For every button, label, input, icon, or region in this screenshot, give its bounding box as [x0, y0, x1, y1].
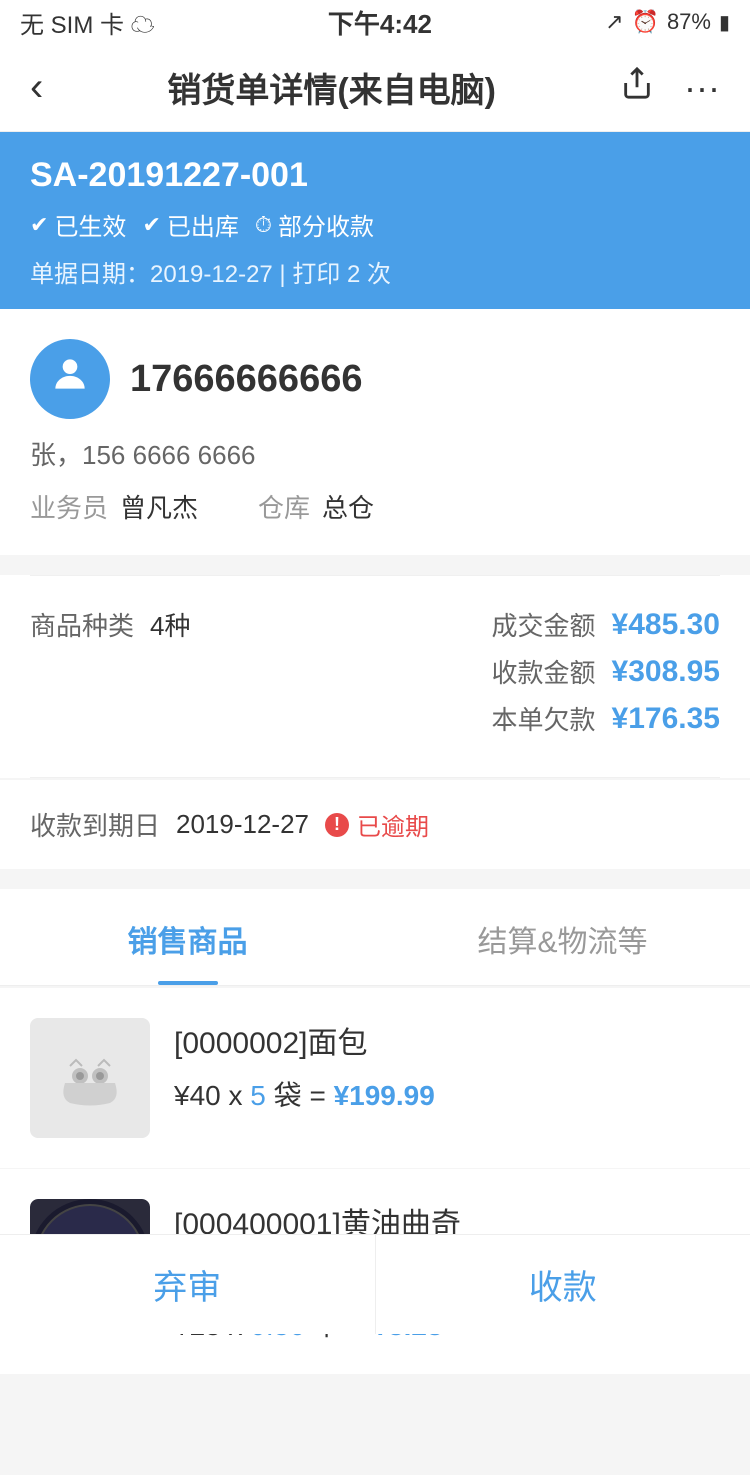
stats-right: 成交金额 ¥485.30 收款金额 ¥308.95 本单欠款 ¥176.35 [492, 606, 720, 747]
bottom-action-bar: 弃审 收款 [0, 1234, 750, 1334]
badge-shipped: ✔ 已出库 [142, 207, 238, 242]
due-date-value: 2019-12-27 [176, 809, 309, 840]
warehouse-info: 仓库 总仓 [258, 488, 374, 525]
salesperson-info: 业务员 曾凡杰 [30, 488, 198, 525]
product-name-1: [0000002]面包 [174, 1018, 720, 1062]
person-icon [48, 352, 92, 407]
overdue-icon: ! [325, 813, 349, 837]
deal-amount-row: 成交金额 ¥485.30 [492, 606, 720, 643]
header-band: SA-20191227-001 ✔ 已生效 ✔ 已出库 ⏱ 部分收款 单据日期：… [0, 132, 750, 309]
customer-detail: 张，156 6666 6666 [30, 435, 720, 472]
status-bar: 无 SIM 卡 ☁ 下午4:42 ↗ ⏰ 87% ▮ [0, 0, 750, 44]
effective-icon: ✔ [30, 212, 48, 238]
avatar [30, 339, 110, 419]
product-thumbnail-1 [30, 1018, 150, 1138]
badge-partial-payment: ⏱ 部分收款 [255, 207, 374, 242]
due-date-section: 收款到期日 2019-12-27 ! 已逾期 [0, 780, 750, 869]
order-id: SA-20191227-001 [30, 156, 720, 195]
stats-left: 商品种类 4种 [30, 606, 190, 653]
debt-amount-row: 本单欠款 ¥176.35 [492, 700, 720, 737]
product-total-1: ¥199.99 [334, 1080, 435, 1111]
collect-payment-button[interactable]: 收款 [376, 1235, 750, 1334]
tabs-section: 销售商品 结算&物流等 [0, 889, 750, 986]
product-price-line-1: ¥40 x 5 袋 = ¥199.99 [174, 1074, 720, 1114]
tab-products[interactable]: 销售商品 [0, 889, 375, 985]
product-count-row: 商品种类 4种 [30, 606, 190, 643]
status-right: ↗ ⏰ 87% ▮ [605, 9, 730, 35]
overdue-badge: ! 已逾期 [325, 807, 429, 842]
product-info-1: [0000002]面包 ¥40 x 5 袋 = ¥199.99 [174, 1018, 720, 1114]
stats-section: 商品种类 4种 成交金额 ¥485.30 收款金额 ¥308.95 本单欠款 ¥… [0, 576, 750, 777]
page-title: 销货单详情(来自电脑) [167, 63, 496, 112]
customer-name: 17666666666 [130, 358, 362, 401]
battery-icon: ▮ [719, 10, 730, 35]
badge-effective: ✔ 已生效 [30, 207, 126, 242]
debt-amount-value: ¥176.35 [612, 702, 720, 736]
location-icon: ↗ [605, 9, 623, 35]
warehouse-value: 总仓 [322, 488, 374, 525]
reject-button[interactable]: 弃审 [0, 1235, 376, 1334]
overdue-label: 已逾期 [357, 807, 429, 842]
share-button[interactable] [620, 66, 654, 109]
shipped-icon: ✔ [142, 212, 160, 238]
customer-row: 17666666666 [30, 339, 720, 419]
receipt-amount-row: 收款金额 ¥308.95 [492, 653, 720, 690]
more-button[interactable]: ··· [684, 67, 720, 109]
receipt-amount-value: ¥308.95 [612, 655, 720, 689]
salesperson-value: 曾凡杰 [120, 488, 198, 525]
alarm-icon: ⏰ [632, 9, 659, 35]
product-qty-1: 5 [250, 1080, 266, 1111]
status-badges: ✔ 已生效 ✔ 已出库 ⏱ 部分收款 [30, 207, 720, 242]
nav-bar: ‹ 销货单详情(来自电脑) ··· [0, 44, 750, 132]
back-button[interactable]: ‹ [30, 65, 43, 110]
partial-icon: ⏱ [255, 212, 272, 238]
battery-status: 87% [667, 9, 711, 35]
deal-amount-value: ¥485.30 [612, 608, 720, 642]
product-count-value: 4种 [150, 606, 190, 643]
list-item: [0000002]面包 ¥40 x 5 袋 = ¥199.99 [0, 988, 750, 1169]
order-date-line: 单据日期：2019-12-27 | 打印 2 次 [30, 254, 720, 289]
customer-meta: 业务员 曾凡杰 仓库 总仓 [30, 488, 720, 525]
status-left: 无 SIM 卡 ☁ [20, 5, 155, 40]
customer-section: 17666666666 张，156 6666 6666 业务员 曾凡杰 仓库 总… [0, 309, 750, 555]
status-time: 下午4:42 [328, 4, 432, 41]
sim-status: 无 SIM 卡 ☁ [20, 5, 155, 40]
tab-settlement[interactable]: 结算&物流等 [375, 889, 750, 985]
nav-icons: ··· [620, 66, 720, 109]
